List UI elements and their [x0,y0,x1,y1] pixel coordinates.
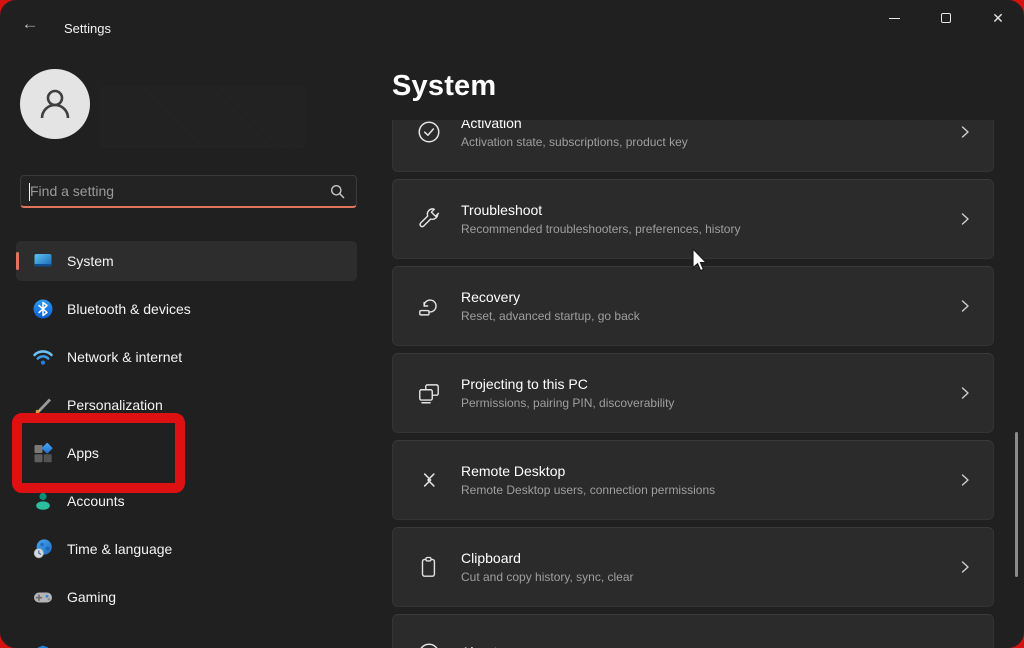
activation-check-icon [416,120,442,145]
card-title: About [461,644,498,648]
card-title: Recovery [461,289,521,305]
bluetooth-icon [32,298,54,320]
maximize-icon [941,13,951,23]
sidebar-item-gaming[interactable]: Gaming [16,577,357,617]
card-clipboard[interactable]: Clipboard Cut and copy history, sync, cl… [392,527,994,607]
sidebar-item-label: Time & language [67,541,173,557]
titlebar: ← Settings ✕ [0,0,1024,40]
sidebar-item-accessibility[interactable] [16,625,357,648]
card-title: Remote Desktop [461,463,566,479]
remote-desktop-icon [416,467,442,493]
search-box[interactable] [20,175,357,208]
chevron-right-icon [959,473,971,487]
paintbrush-icon [32,394,54,416]
globe-clock-icon [32,538,54,560]
card-about[interactable]: About [392,614,994,648]
chevron-right-icon [959,386,971,400]
card-subtitle: Cut and copy history, sync, clear [461,570,634,584]
person-icon [40,89,70,119]
minimize-button[interactable] [868,0,920,36]
close-button[interactable]: ✕ [972,0,1024,36]
page-title: System [392,70,497,102]
window-title: Settings [64,21,111,36]
sidebar-item-time-language[interactable]: Time & language [16,529,357,569]
minimize-icon [888,17,900,19]
clipboard-icon [416,554,442,580]
settings-card-list: Activation Activation state, subscriptio… [392,120,994,648]
maximize-button[interactable] [920,0,972,36]
sidebar-item-label: Accounts [67,493,125,509]
card-remote-desktop[interactable]: Remote Desktop Remote Desktop users, con… [392,440,994,520]
chevron-right-icon [959,560,971,574]
close-icon: ✕ [992,10,1004,26]
card-activation[interactable]: Activation Activation state, subscriptio… [392,120,994,172]
chevron-right-icon [959,299,971,313]
card-projecting[interactable]: Projecting to this PC Permissions, pairi… [392,353,994,433]
avatar[interactable] [20,69,90,139]
back-arrow-icon: ← [21,14,39,33]
sidebar-item-system[interactable]: System [16,241,357,281]
accounts-person-icon [32,490,54,512]
card-title: Projecting to this PC [461,376,588,392]
sidebar-item-label: Network & internet [67,349,183,365]
sidebar-item-bluetooth[interactable]: Bluetooth & devices [16,289,357,329]
sidebar-item-label: Bluetooth & devices [67,301,191,317]
apps-icon [32,442,54,464]
card-subtitle: Reset, advanced startup, go back [461,309,640,323]
sidebar-item-accounts[interactable]: Accounts [16,481,357,521]
wifi-icon [32,346,54,368]
search-input[interactable] [21,183,330,199]
search-icon[interactable] [330,184,345,199]
accessibility-icon [32,634,54,648]
text-caret [29,183,30,201]
sidebar-item-personalization[interactable]: Personalization [16,385,357,425]
card-recovery[interactable]: Recovery Reset, advanced startup, go bac… [392,266,994,346]
scrollbar[interactable] [1015,432,1018,577]
info-circle-icon [416,641,442,648]
card-title: Clipboard [461,550,521,566]
selected-accent-pill [16,252,19,270]
sidebar-item-apps[interactable]: Apps [16,433,357,473]
projecting-screens-icon [416,380,442,406]
card-subtitle: Remote Desktop users, connection permiss… [461,483,716,497]
card-troubleshoot[interactable]: Troubleshoot Recommended troubleshooters… [392,179,994,259]
sidebar-item-label: Gaming [67,589,117,605]
blurred-username [100,86,306,148]
sidebar-item-network[interactable]: Network & internet [16,337,357,377]
recovery-restore-icon [416,293,442,319]
card-subtitle: Activation state, subscriptions, product… [461,135,688,149]
chevron-right-icon [959,125,971,139]
wrench-icon [416,206,442,232]
card-title: Activation [461,120,522,131]
system-icon [32,250,54,272]
sidebar-item-label: System [67,253,114,269]
card-title: Troubleshoot [461,202,543,218]
gamepad-icon [32,586,54,608]
sidebar-item-label: Apps [67,445,99,461]
sidebar-item-label: Personalization [67,397,163,413]
chevron-right-icon [959,212,971,226]
card-subtitle: Permissions, pairing PIN, discoverabilit… [461,396,675,410]
card-subtitle: Recommended troubleshooters, preferences… [461,222,741,236]
back-button[interactable]: ← [16,14,44,34]
